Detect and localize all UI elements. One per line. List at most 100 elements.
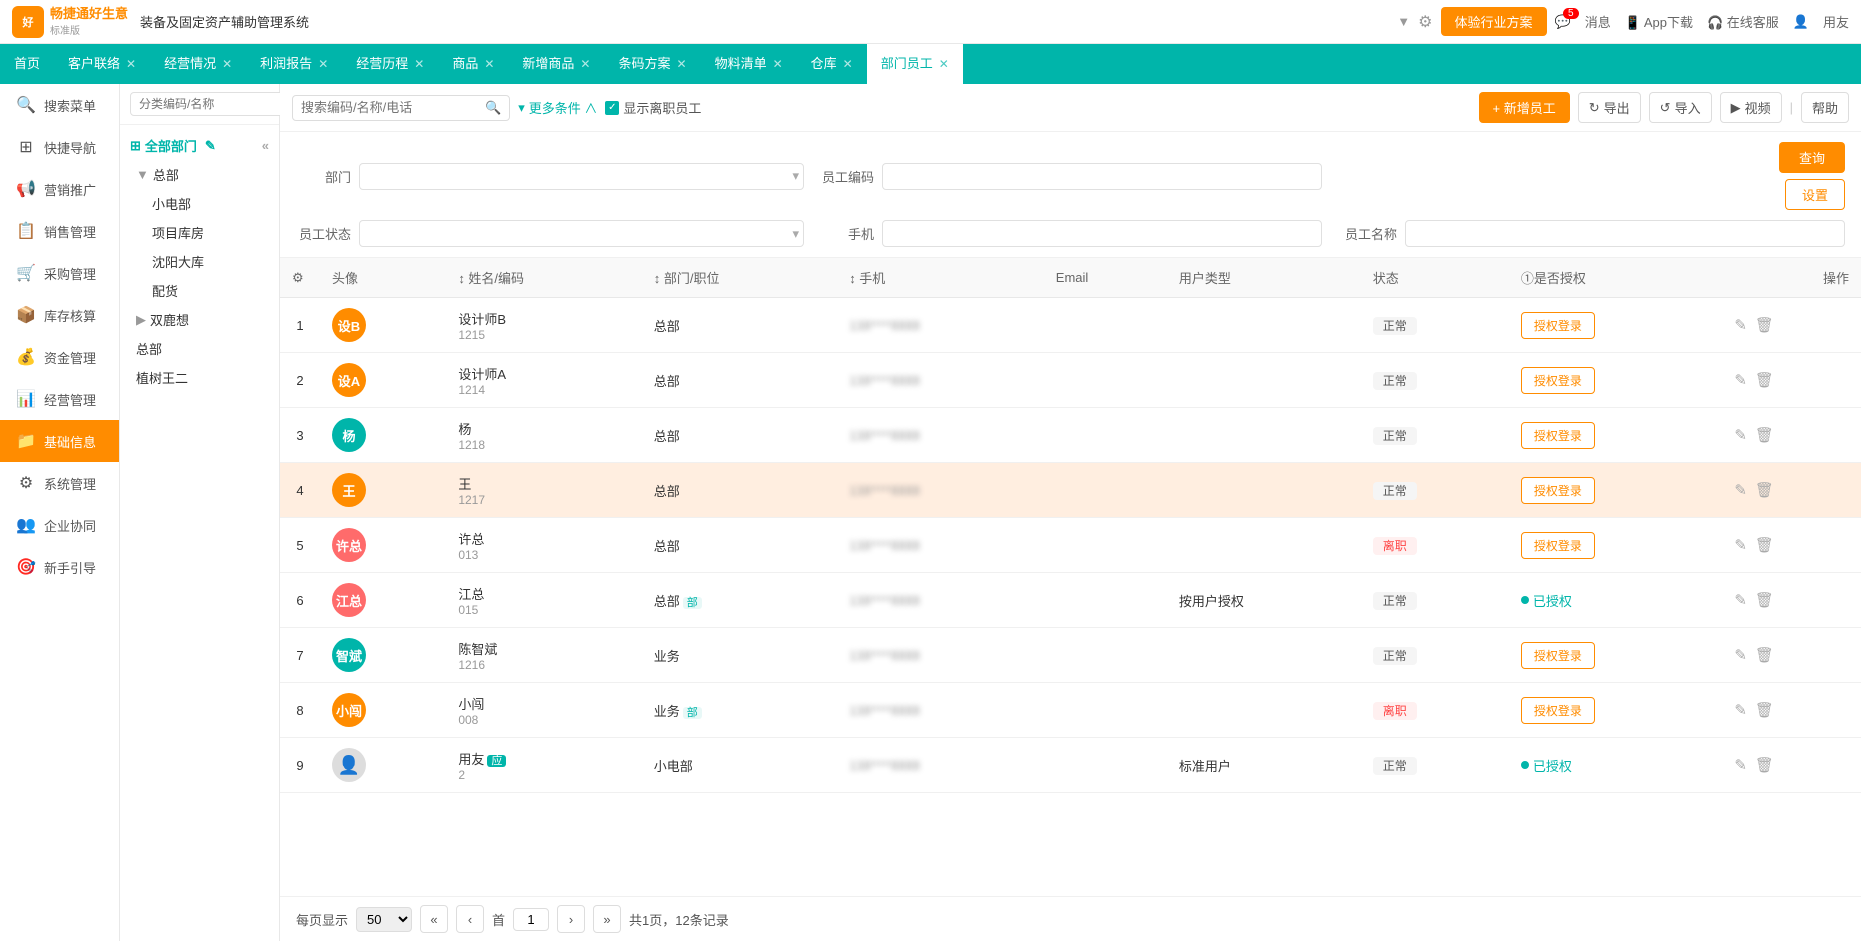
edit-button[interactable]: ✎ (1734, 481, 1747, 499)
prev-page-btn[interactable]: ‹ (456, 905, 484, 933)
export-button[interactable]: ↻导出 (1578, 92, 1641, 123)
auth-button[interactable]: 授权登录 (1521, 697, 1595, 724)
nav-close-dept[interactable]: ✕ (939, 44, 949, 84)
nav-purchase[interactable]: 🛒 采购管理 (0, 252, 119, 294)
delete-button[interactable]: 🗑 (1755, 646, 1774, 664)
filter-status-select[interactable] (359, 220, 804, 247)
nav-warehouse[interactable]: 仓库 ✕ (797, 44, 867, 84)
set-button[interactable]: 设置 (1785, 179, 1845, 210)
dept-small-elec[interactable]: 小电部 (120, 189, 279, 218)
edit-button[interactable]: ✎ (1734, 591, 1747, 609)
nav-collab[interactable]: 👥 企业协同 (0, 504, 119, 546)
search-icon[interactable]: 🔍 (485, 100, 501, 116)
filter-code-input[interactable] (882, 163, 1322, 190)
delete-button[interactable]: 🗑 (1755, 536, 1774, 554)
edit-button[interactable]: ✎ (1734, 701, 1747, 719)
filter-name-input[interactable] (1405, 220, 1845, 247)
edit-button[interactable]: ✎ (1734, 646, 1747, 664)
help-button[interactable]: 帮助 (1801, 92, 1849, 123)
trial-button[interactable]: 体验行业方案 (1441, 7, 1547, 36)
nav-close-operation[interactable]: ✕ (222, 44, 232, 84)
delete-button[interactable]: 🗑 (1755, 481, 1774, 499)
dept-collapse-icon[interactable]: « (262, 138, 269, 153)
nav-add-goods[interactable]: 新增商品 ✕ (508, 44, 604, 84)
delete-button[interactable]: 🗑 (1755, 701, 1774, 719)
message-btn[interactable]: 💬 5 (1555, 14, 1571, 30)
page-input[interactable] (513, 908, 549, 931)
nav-close-customer[interactable]: ✕ (126, 44, 136, 84)
nav-close-journey[interactable]: ✕ (414, 44, 424, 84)
user-avatar[interactable]: 👤 (1793, 14, 1809, 30)
last-page-btn[interactable]: » (593, 905, 621, 933)
nav-dept-staff[interactable]: 部门员工 ✕ (867, 44, 963, 84)
nav-home[interactable]: 首页 (0, 44, 54, 84)
nav-sales[interactable]: 📋 销售管理 (0, 210, 119, 252)
dept-all[interactable]: ⊞ 全部部门 ✎ « (120, 131, 279, 160)
dept-shuanglu[interactable]: ▶ 双鹿想 (120, 305, 279, 334)
import-button[interactable]: ↺导入 (1649, 92, 1712, 123)
nav-search-menu[interactable]: 🔍 搜索菜单 (0, 84, 119, 126)
nav-close-add-goods[interactable]: ✕ (580, 44, 590, 84)
auth-button[interactable]: 授权登录 (1521, 477, 1595, 504)
nav-journey[interactable]: 经营历程 ✕ (342, 44, 438, 84)
sys-title-arrow[interactable]: ▼ (1397, 14, 1410, 29)
first-page-btn[interactable]: « (420, 905, 448, 933)
show-inactive-checkbox[interactable]: ✓ (605, 101, 619, 115)
dept-edit-icon[interactable]: ✎ (205, 138, 216, 154)
edit-button[interactable]: ✎ (1734, 371, 1747, 389)
nav-goods[interactable]: 商品 ✕ (438, 44, 508, 84)
auth-button[interactable]: 授权登录 (1521, 422, 1595, 449)
next-page-btn[interactable]: › (557, 905, 585, 933)
show-inactive-wrap[interactable]: ✓ 显示离职员工 (605, 98, 701, 117)
edit-button[interactable]: ✎ (1734, 756, 1747, 774)
delete-button[interactable]: 🗑 (1755, 426, 1774, 444)
edit-button[interactable]: ✎ (1734, 426, 1747, 444)
nav-finance[interactable]: 💰 资金管理 (0, 336, 119, 378)
col-settings[interactable]: ⚙ (280, 258, 320, 298)
edit-button[interactable]: ✎ (1734, 316, 1747, 334)
nav-close-barcode[interactable]: ✕ (677, 44, 687, 84)
nav-operation-mgmt[interactable]: 📊 经营管理 (0, 378, 119, 420)
dept-search-input[interactable] (130, 92, 303, 116)
col-dept[interactable]: ↕ 部门/职位 (642, 258, 837, 298)
auth-button[interactable]: 授权登录 (1521, 532, 1595, 559)
query-button[interactable]: 查询 (1779, 142, 1845, 173)
filter-dept-select[interactable] (359, 163, 804, 190)
nav-close-warehouse[interactable]: ✕ (843, 44, 853, 84)
edit-button[interactable]: ✎ (1734, 536, 1747, 554)
page-size-select[interactable]: 50 20 100 (356, 907, 412, 932)
add-employee-button[interactable]: + 新增员工 (1479, 92, 1570, 123)
nav-guide[interactable]: 🎯 新手引导 (0, 546, 119, 588)
nav-close-bom[interactable]: ✕ (773, 44, 783, 84)
nav-quick-nav[interactable]: ⊞ 快捷导航 (0, 126, 119, 168)
filter-phone-input[interactable] (882, 220, 1322, 247)
delete-button[interactable]: 🗑 (1755, 316, 1774, 334)
dept-hq[interactable]: 总部 (120, 334, 279, 363)
filter-btn[interactable]: ▾ 更多条件 ∧ (518, 98, 597, 117)
dept-general[interactable]: ▼ 总部 (120, 160, 279, 189)
search-input[interactable] (301, 100, 481, 115)
online-service-btn[interactable]: 🎧 在线客服 (1707, 12, 1779, 31)
dept-distribution[interactable]: 配货 (120, 276, 279, 305)
nav-customer[interactable]: 客户联络 ✕ (54, 44, 150, 84)
col-name[interactable]: ↕ 姓名/编码 (446, 258, 641, 298)
dept-project-room[interactable]: 项目库房 (120, 218, 279, 247)
delete-button[interactable]: 🗑 (1755, 591, 1774, 609)
nav-basic-info[interactable]: 📁 基础信息 (0, 420, 119, 462)
col-phone[interactable]: ↕ 手机 (837, 258, 1044, 298)
nav-profit[interactable]: 利润报告 ✕ (246, 44, 342, 84)
app-download-btn[interactable]: 📱 App下载 (1625, 12, 1693, 31)
nav-close-goods[interactable]: ✕ (484, 44, 494, 84)
nav-bom[interactable]: 物料清单 ✕ (701, 44, 797, 84)
settings-icon[interactable]: ⚙ (1418, 12, 1432, 32)
nav-operation[interactable]: 经营情况 ✕ (150, 44, 246, 84)
nav-inventory[interactable]: 📦 库存核算 (0, 294, 119, 336)
nav-barcode[interactable]: 条码方案 ✕ (604, 44, 700, 84)
dept-zhishu[interactable]: 植树王二 (120, 363, 279, 392)
view-button[interactable]: ▶视频 (1720, 92, 1782, 123)
nav-close-profit[interactable]: ✕ (318, 44, 328, 84)
delete-button[interactable]: 🗑 (1755, 371, 1774, 389)
nav-system[interactable]: ⚙ 系统管理 (0, 462, 119, 504)
delete-button[interactable]: 🗑 (1755, 756, 1774, 774)
nav-marketing[interactable]: 📢 营销推广 (0, 168, 119, 210)
